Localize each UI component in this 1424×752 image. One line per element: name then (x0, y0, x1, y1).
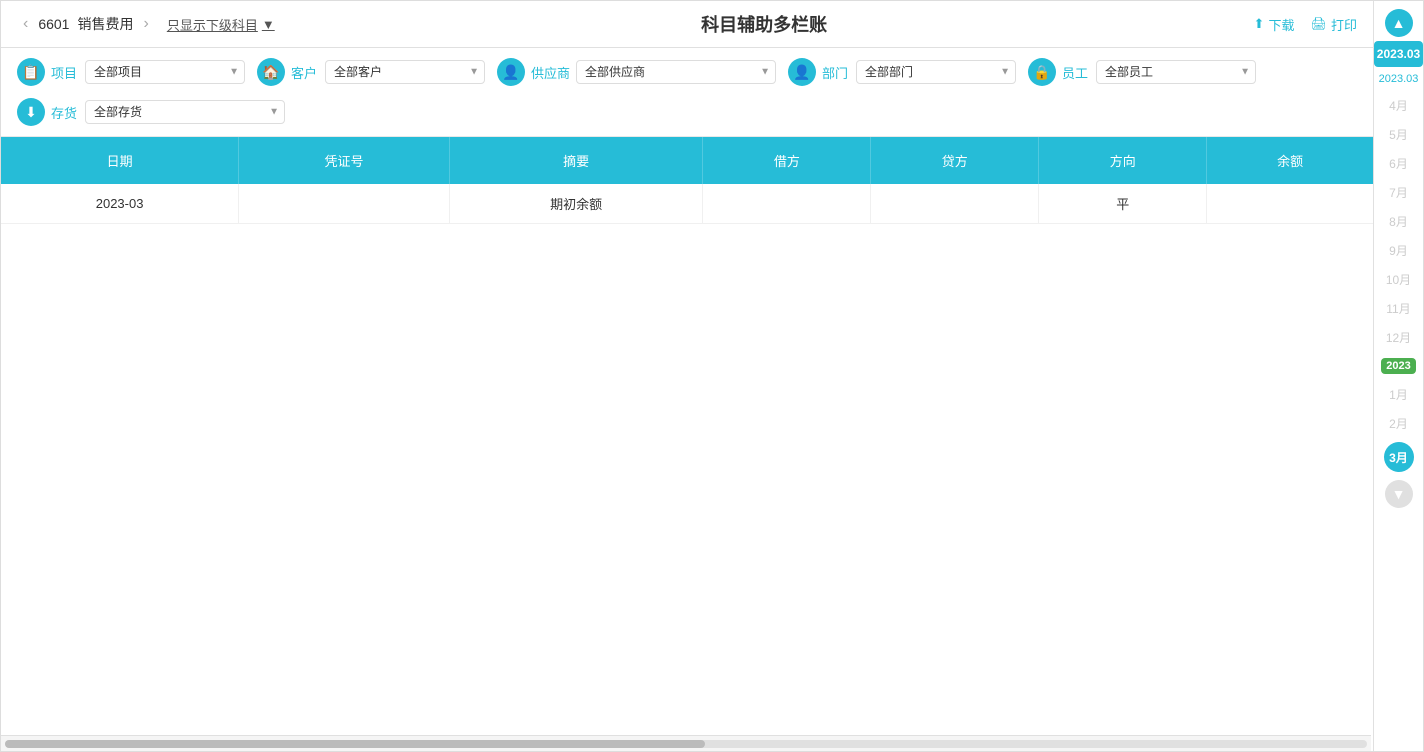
project-label: 项目 (51, 63, 79, 82)
account-code: 6601 (38, 16, 69, 32)
col-summary: 摘要 (449, 137, 703, 184)
prev-account-button[interactable]: ‹ (17, 13, 34, 35)
supplier-icon: 👤 (497, 58, 525, 86)
department-select[interactable]: 全部部门 (856, 60, 1016, 84)
table-wrapper: 日期 凭证号 摘要 借方 贷方 方向 余额 2023-03 期初余额 (1, 137, 1373, 224)
download-icon: ⬆ (1254, 16, 1265, 32)
main-content-area: ‹ 6601 销售费用 › 只显示下级科目 ▼ 科目辅助多栏账 ⬆ 下载 🖨 打… (1, 1, 1373, 735)
page-title: 科目辅助多栏账 (275, 11, 1254, 37)
supplier-label: 供应商 (531, 63, 570, 82)
main-window: ‹ 6601 销售费用 › 只显示下级科目 ▼ 科目辅助多栏账 ⬆ 下载 🖨 打… (0, 0, 1424, 752)
data-table: 日期 凭证号 摘要 借方 贷方 方向 余额 2023-03 期初余额 (1, 137, 1373, 224)
col-direction: 方向 (1039, 137, 1207, 184)
cell-summary: 期初余额 (449, 184, 703, 224)
supplier-select[interactable]: 全部供应商 (576, 60, 776, 84)
sidebar-down-button[interactable]: ▼ (1385, 480, 1413, 508)
sidebar-item-3-active[interactable]: 3月 (1384, 442, 1414, 472)
sidebar-item-6[interactable]: 6月 (1374, 149, 1423, 178)
cell-balance (1207, 184, 1373, 224)
table-header-row: 日期 凭证号 摘要 借方 贷方 方向 余额 (1, 137, 1373, 184)
department-filter-group: 👤 部门 全部部门 (788, 58, 1016, 86)
cell-voucher (239, 184, 450, 224)
sidebar-item-2023-03-second[interactable]: 2023.03 (1374, 67, 1423, 91)
department-icon: 👤 (788, 58, 816, 86)
account-name: 销售费用 (77, 14, 133, 34)
customer-select[interactable]: 全部客户 (325, 60, 485, 84)
filters-area: 📋 项目 全部项目 🏠 客户 全部客户 (1, 48, 1373, 137)
cell-direction: 平 (1039, 184, 1207, 224)
col-date: 日期 (1, 137, 239, 184)
col-debit: 借方 (703, 137, 871, 184)
employee-filter-group: 🔒 员工 全部员工 (1028, 58, 1256, 86)
cell-debit (703, 184, 871, 224)
sidebar-item-5[interactable]: 5月 (1374, 120, 1423, 149)
department-select-wrap: 全部部门 (856, 60, 1016, 84)
customer-select-wrap: 全部客户 (325, 60, 485, 84)
customer-label: 客户 (291, 63, 319, 82)
inventory-filter-group: ⬇ 存货 全部存货 (17, 98, 285, 126)
print-icon: 🖨 (1310, 16, 1327, 32)
cell-credit (871, 184, 1039, 224)
inventory-select[interactable]: 全部存货 (85, 100, 285, 124)
sidebar-up-button[interactable]: ▲ (1385, 9, 1413, 37)
header-bar: ‹ 6601 销售费用 › 只显示下级科目 ▼ 科目辅助多栏账 ⬆ 下载 🖨 打… (1, 1, 1373, 48)
department-label: 部门 (822, 63, 850, 82)
project-icon: 📋 (17, 58, 45, 86)
customer-icon: 🏠 (257, 58, 285, 86)
employee-select-wrap: 全部员工 (1096, 60, 1256, 84)
sidebar-item-11[interactable]: 11月 (1374, 294, 1423, 323)
sidebar-item-9[interactable]: 9月 (1374, 236, 1423, 265)
cell-date: 2023-03 (1, 184, 239, 224)
sidebar: ▲ 2023.03 2023.03 4月 5月 6月 7月 8月 9月 10月 … (1373, 1, 1423, 751)
inventory-select-wrap: 全部存货 (85, 100, 285, 124)
next-account-button[interactable]: › (137, 13, 154, 35)
year-badge-area: 2023 (1381, 356, 1415, 376)
col-credit: 贷方 (871, 137, 1039, 184)
sidebar-item-8[interactable]: 8月 (1374, 207, 1423, 236)
horizontal-scrollbar[interactable] (1, 735, 1371, 751)
col-balance: 余额 (1207, 137, 1373, 184)
header-actions: ⬆ 下载 🖨 打印 (1254, 15, 1357, 34)
inventory-label: 存货 (51, 103, 79, 122)
table-row: 2023-03 期初余额 平 (1, 184, 1373, 224)
customer-filter-group: 🏠 客户 全部客户 (257, 58, 485, 86)
scrollbar-track (5, 740, 1367, 748)
project-filter-group: 📋 项目 全部项目 (17, 58, 245, 86)
sidebar-item-4[interactable]: 4月 (1374, 91, 1423, 120)
employee-select[interactable]: 全部员工 (1096, 60, 1256, 84)
sidebar-item-2[interactable]: 2月 (1374, 409, 1423, 438)
sidebar-item-1[interactable]: 1月 (1374, 380, 1423, 409)
sidebar-item-2023-03-first[interactable]: 2023.03 (1374, 41, 1423, 67)
show-sub-button[interactable]: 只显示下级科目 ▼ (167, 15, 275, 34)
chevron-down-icon: ▼ (262, 17, 275, 32)
year-badge: 2023 (1381, 358, 1415, 374)
print-button[interactable]: 🖨 打印 (1310, 15, 1357, 34)
supplier-filter-group: 👤 供应商 全部供应商 (497, 58, 776, 86)
project-select[interactable]: 全部项目 (85, 60, 245, 84)
employee-icon: 🔒 (1028, 58, 1056, 86)
col-voucher: 凭证号 (239, 137, 450, 184)
project-select-wrap: 全部项目 (85, 60, 245, 84)
sidebar-item-7[interactable]: 7月 (1374, 178, 1423, 207)
inventory-icon: ⬇ (17, 98, 45, 126)
employee-label: 员工 (1062, 63, 1090, 82)
sidebar-item-12[interactable]: 12月 (1374, 323, 1423, 352)
supplier-select-wrap: 全部供应商 (576, 60, 776, 84)
download-button[interactable]: ⬆ 下载 (1254, 15, 1295, 34)
sidebar-item-10[interactable]: 10月 (1374, 265, 1423, 294)
scrollbar-thumb[interactable] (5, 740, 705, 748)
